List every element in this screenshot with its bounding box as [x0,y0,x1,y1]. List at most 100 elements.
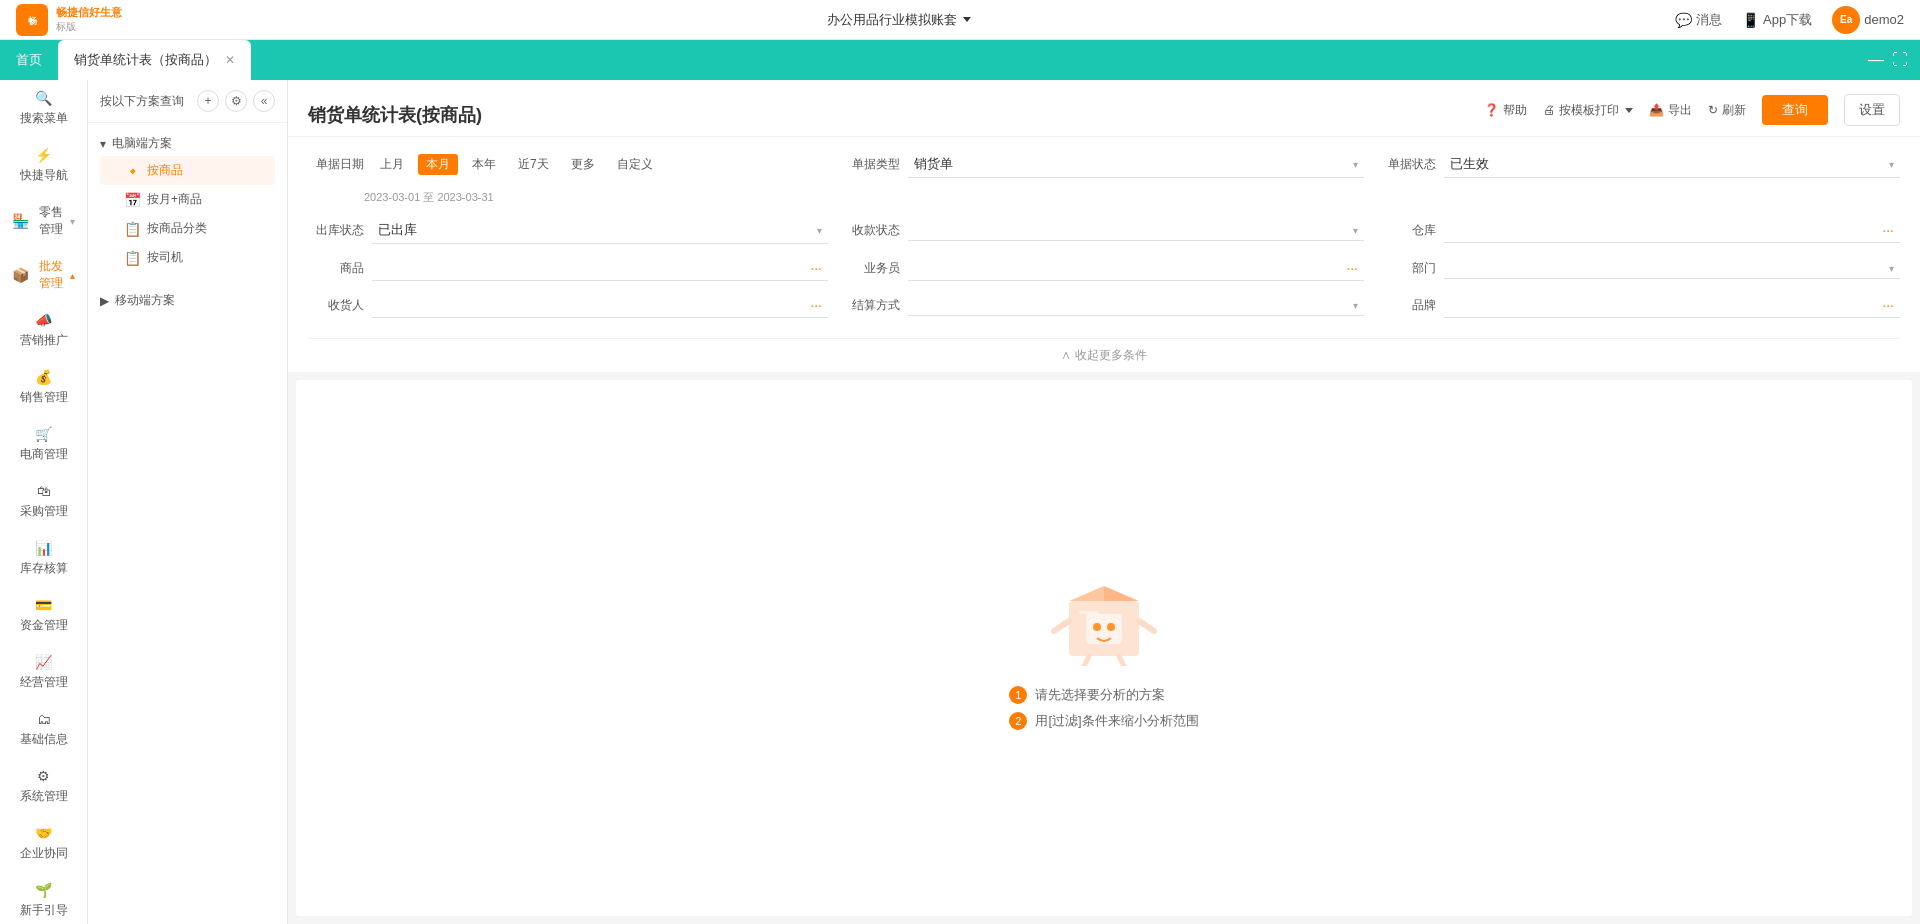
app-download-btn[interactable]: 📱 App下载 [1742,11,1812,29]
filter-field-payment-status: 收款状态 ▾ [844,221,1364,241]
export-btn[interactable]: 📤 导出 [1649,102,1692,119]
tab-maximize-icon[interactable]: ⛶ [1892,51,1908,69]
collapse-conditions-bar[interactable]: ∧ 收起更多条件 [308,338,1900,372]
svg-line-10 [1139,621,1154,631]
sidebar-item-finance[interactable]: 💳 资金管理 [0,587,87,644]
add-scheme-btn[interactable]: + [197,90,219,112]
tab-close-report[interactable]: ✕ [225,53,235,67]
sidebar-item-sales[interactable]: 💰 销售管理 [0,359,87,416]
outbound-status-select[interactable]: 已出库 ▾ [372,217,828,244]
settings-button[interactable]: 设置 [1844,94,1900,126]
filter-field-doc-status: 单据状态 已生效 ▾ [1380,151,1900,178]
sidebar-item-marketing[interactable]: 📣 营销推广 [0,302,87,359]
sidebar-item-operation[interactable]: 📈 经营管理 [0,644,87,701]
date-tab-this-month[interactable]: 本月 [418,154,458,175]
sidebar-item-wholesale[interactable]: 📦 批发管理 ▴ [0,248,87,302]
filter-label-date: 单据日期 [308,156,364,173]
sidebar-item-enterprise[interactable]: 🤝 企业协同 [0,815,87,872]
sidebar-item-system[interactable]: ⚙ 系统管理 [0,758,87,815]
sidebar-item-ecommerce[interactable]: 🛒 电商管理 [0,416,87,473]
workspace-dropdown-arrow [963,17,971,22]
payment-status-select[interactable]: ▾ [908,221,1364,241]
scheme-item-by-category[interactable]: 📋 按商品分类 [100,214,275,243]
goods-dots[interactable]: ··· [810,260,822,276]
scheme-group-expand-icon: ▾ [100,137,106,151]
left-panel-header: 按以下方案查询 + ⚙ « [88,80,287,123]
query-button[interactable]: 查询 [1762,95,1828,125]
salesperson-dots[interactable]: ··· [1346,260,1358,276]
filter-label-outbound: 出库状态 [308,222,364,239]
settlement-select[interactable]: ▾ [908,296,1364,316]
logo-area: 畅 畅捷信好生意 标版 [16,4,122,36]
date-tab-7days[interactable]: 近7天 [510,154,557,175]
tab-bar-actions: — ⛶ [1868,51,1920,69]
left-panel-actions: + ⚙ « [197,90,275,112]
warehouse-field[interactable]: ··· [1444,218,1900,243]
help-btn[interactable]: ❓ 帮助 [1484,102,1527,119]
tab-home[interactable]: 首页 [0,40,58,80]
message-btn[interactable]: 💬 消息 [1675,11,1722,29]
department-select[interactable]: ▾ [1444,259,1900,279]
tab-report[interactable]: 销货单统计表（按商品） ✕ [58,40,251,80]
page-title-bar: 销货单统计表(按商品) ❓ 帮助 🖨 按模板打印 📤 导出 [288,80,1920,137]
filter-label-doc-type: 单据类型 [844,156,900,173]
date-tab-last-month[interactable]: 上月 [372,154,412,175]
scheme-item-by-month-goods[interactable]: 📅 按月+商品 [100,185,275,214]
salesperson-field[interactable]: ··· [908,256,1364,281]
sidebar-item-newbie[interactable]: 🌱 新手引导 [0,872,87,924]
filter-label-salesperson: 业务员 [844,260,900,277]
filter-field-salesperson: 业务员 ··· [844,256,1364,281]
scheme-item-by-custodian[interactable]: 📋 按司机 [100,243,275,272]
right-panel: 销货单统计表(按商品) ❓ 帮助 🖨 按模板打印 📤 导出 [288,80,1920,924]
user-profile[interactable]: Ea demo2 [1832,6,1904,34]
header-right: 💬 消息 📱 App下载 Ea demo2 [1675,6,1904,34]
payment-status-chevron: ▾ [1353,225,1358,236]
left-panel: 按以下方案查询 + ⚙ « ▾ 电脑端方案 [88,80,288,924]
filter-inner: 单据日期 上月 本月 本年 近7天 更多 自定义 单据类型 [308,151,1900,338]
tip-num-2: 2 [1009,712,1027,730]
filter-row-1: 单据日期 上月 本月 本年 近7天 更多 自定义 单据类型 [308,151,1900,178]
filter-label-payment: 收款状态 [844,222,900,239]
brand-dots[interactable]: ··· [1882,297,1894,313]
tip-num-1: 1 [1009,686,1027,704]
empty-state: 1 请先选择要分析的方案 2 用[过滤]条件来缩小分析范围 [296,380,1912,916]
filter-label-settlement: 结算方式 [844,297,900,314]
svg-text:畅: 畅 [28,16,37,26]
goods-field[interactable]: ··· [372,256,828,281]
expand-icon-retail: ▾ [70,216,75,227]
template-print-btn[interactable]: 🖨 按模板打印 [1543,102,1633,119]
warehouse-dots[interactable]: ··· [1882,222,1894,238]
date-tab-custom[interactable]: 自定义 [609,154,661,175]
svg-rect-5 [1079,611,1099,614]
scheme-group-mobile-title[interactable]: ▶ 移动端方案 [100,288,275,313]
sidebar-item-retail[interactable]: 🏪 零售管理 ▾ [0,194,87,248]
settings-scheme-btn[interactable]: ⚙ [225,90,247,112]
sidebar-search[interactable]: 🔍 搜索菜单 [0,80,87,137]
empty-illustration [1044,566,1164,666]
department-chevron: ▾ [1889,263,1894,274]
sidebar-item-basic[interactable]: 🗂 基础信息 [0,701,87,758]
filter-label-doc-status: 单据状态 [1380,156,1436,173]
filter-field-doc-type: 单据类型 销货单 ▾ [844,151,1364,178]
scheme-group-pc-title[interactable]: ▾ 电脑端方案 [100,131,275,156]
export-icon: 📤 [1649,103,1664,117]
doc-type-select[interactable]: 销货单 ▾ [908,151,1364,178]
doc-status-select[interactable]: 已生效 ▾ [1444,151,1900,178]
help-icon: ❓ [1484,103,1499,117]
receiver-dots[interactable]: ··· [810,297,822,313]
date-tab-more[interactable]: 更多 [563,154,603,175]
scheme-item-by-goods[interactable]: 🔸 按商品 [100,156,275,185]
sidebar-item-purchase[interactable]: 🛍 采购管理 [0,473,87,530]
receiver-field[interactable]: ··· [372,293,828,318]
content-area: 按以下方案查询 + ⚙ « ▾ 电脑端方案 [88,80,1920,924]
date-range-display: 2023-03-01 至 2023-03-31 [364,190,1900,205]
brand-field[interactable]: ··· [1444,293,1900,318]
sidebar-item-inventory[interactable]: 📊 库存核算 [0,530,87,587]
sidebar-quicknav[interactable]: ⚡ 快捷导航 [0,137,87,194]
filter-field-date: 单据日期 上月 本月 本年 近7天 更多 自定义 [308,154,828,175]
date-tab-this-year[interactable]: 本年 [464,154,504,175]
collapse-panel-btn[interactable]: « [253,90,275,112]
workspace-selector[interactable]: 办公用品行业模拟账套 [827,11,971,29]
tab-minimize-icon[interactable]: — [1868,51,1884,69]
refresh-btn[interactable]: ↻ 刷新 [1708,102,1746,119]
